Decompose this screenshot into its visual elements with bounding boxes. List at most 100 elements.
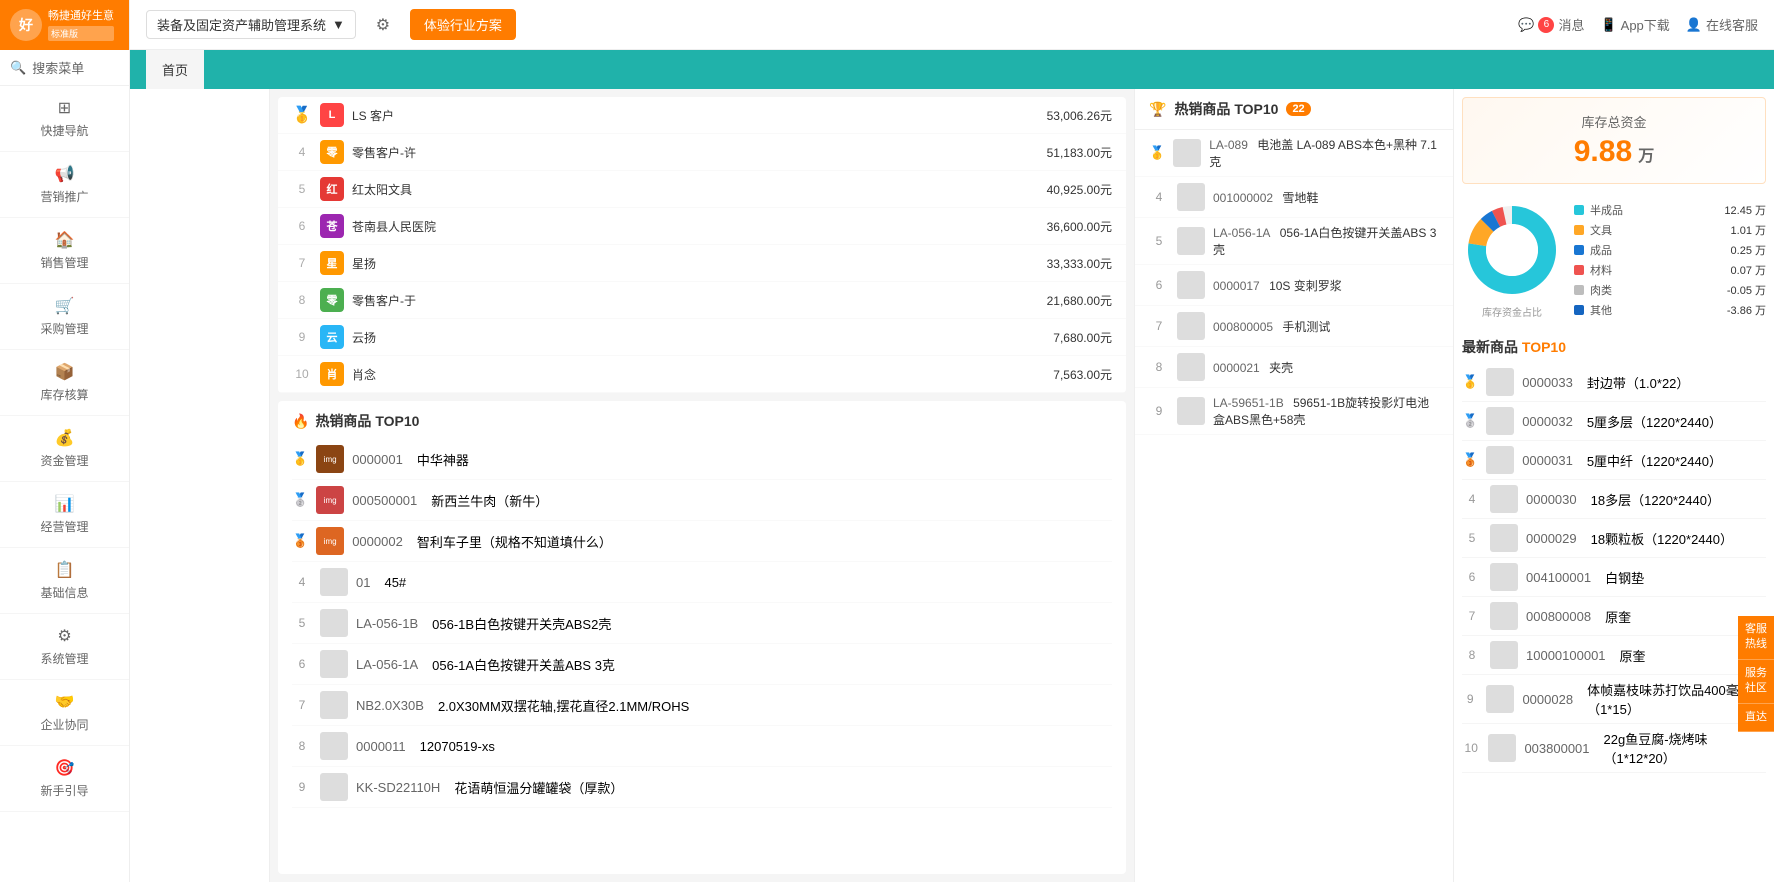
- product-info: 000800005 手机测试: [1213, 318, 1439, 335]
- inventory-num: 9.88: [1574, 135, 1632, 168]
- messages-button[interactable]: 💬 6 消息: [1518, 15, 1584, 34]
- sale-amount: 21,680.00元: [1047, 292, 1112, 309]
- product-code: 0000017: [1213, 279, 1260, 293]
- service-community-button[interactable]: 服务社区: [1738, 660, 1774, 704]
- list-item: 🥉 0000031 5厘中纤（1220*2440）: [1462, 441, 1766, 480]
- product-thumbnail: [320, 650, 348, 678]
- product-code: 0000028: [1522, 692, 1573, 707]
- product-name: 雪地鞋: [1282, 191, 1318, 205]
- list-item: 4 0000030 18多层（1220*2440）: [1462, 480, 1766, 519]
- online-service-label: 在线客服: [1706, 15, 1758, 34]
- settings-button[interactable]: ⚙: [368, 10, 398, 40]
- product-thumbnail: [1173, 139, 1201, 167]
- product-thumbnail: [320, 691, 348, 719]
- customer-name: 星扬: [352, 255, 1039, 272]
- product-name: 2.0X30MM双摆花轴,摆花直径2.1MM/ROHS: [438, 696, 689, 715]
- service-icon: 👤: [1686, 17, 1702, 33]
- table-row: 🥇 L LS 客户 53,006.26元: [278, 97, 1126, 134]
- product-thumbnail: img: [316, 445, 344, 473]
- app-download-label: App下载: [1621, 15, 1670, 34]
- sidebar-item-quick-nav[interactable]: ⊞ 快捷导航: [0, 86, 129, 152]
- rank-number: 8: [292, 293, 312, 307]
- sidebar-item-sales[interactable]: 🏠 销售管理: [0, 218, 129, 284]
- search-menu-label: 搜索菜单: [32, 58, 84, 77]
- trophy-icon: 🏆: [1149, 101, 1166, 118]
- legend-item-stationery: 文具 1.01 万: [1574, 222, 1766, 238]
- product-code: NB2.0X30B: [356, 698, 424, 713]
- product-code: 10000100001: [1526, 648, 1606, 663]
- product-thumbnail: img: [316, 527, 344, 555]
- inventory-icon: 📦: [55, 362, 75, 382]
- legend-value: 1.01 万: [1731, 222, 1766, 238]
- product-code: 0000001: [352, 452, 403, 467]
- product-name: 原奎: [1605, 607, 1631, 626]
- inventory-total-box: 库存总资金 9.88 万: [1462, 97, 1766, 184]
- product-thumbnail: [320, 609, 348, 637]
- avatar: 零: [320, 288, 344, 312]
- main-area: 装备及固定资产辅助管理系统 ▼ ⚙ 体验行业方案 💬 6 消息 📱 App下载 …: [130, 0, 1774, 882]
- rank-number: 9: [292, 780, 312, 794]
- system-selector[interactable]: 装备及固定资产辅助管理系统 ▼: [146, 10, 356, 39]
- avatar: 红: [320, 177, 344, 201]
- product-name: 5厘多层（1220*2440）: [1587, 412, 1722, 431]
- logo-text: 畅捷通好生意: [48, 9, 114, 23]
- sidebar-item-finance[interactable]: 💰 资金管理: [0, 416, 129, 482]
- product-name: 45#: [384, 575, 406, 590]
- table-row: 5 红 红太阳文具 40,925.00元: [278, 171, 1126, 208]
- enterprise-icon: 🤝: [55, 692, 75, 712]
- sidebar-item-enterprise[interactable]: 🤝 企业协同: [0, 680, 129, 746]
- sidebar-item-basics[interactable]: 📋 基础信息: [0, 548, 129, 614]
- chevron-down-icon: ▼: [332, 17, 345, 32]
- online-service-button[interactable]: 👤 在线客服: [1686, 15, 1758, 34]
- sidebar-item-guide[interactable]: 🎯 新手引导: [0, 746, 129, 812]
- product-thumbnail: [320, 773, 348, 801]
- avatar: 肖: [320, 362, 344, 386]
- product-value-panel: 🏆 热销商品 TOP10 22 🥇 LA-089 电池盖 LA-089 ABS本…: [1134, 89, 1454, 882]
- rank-number: 7: [292, 256, 312, 270]
- finance-label: 资金管理: [40, 452, 88, 469]
- legend-item-meat: 肉类 -0.05 万: [1574, 282, 1766, 298]
- rank-number: 10: [1462, 741, 1480, 755]
- guide-label: 新手引导: [40, 782, 88, 799]
- search-menu[interactable]: 🔍 搜索菜单: [0, 50, 129, 86]
- product-thumbnail: img: [316, 486, 344, 514]
- rank-number: 8: [1149, 360, 1169, 374]
- product-thumbnail: [1490, 563, 1518, 591]
- product-name: 白钢垫: [1605, 568, 1644, 587]
- app-download-button[interactable]: 📱 App下载: [1600, 15, 1669, 34]
- sidebar-item-inventory[interactable]: 📦 库存核算: [0, 350, 129, 416]
- sidebar-item-purchase[interactable]: 🛒 采购管理: [0, 284, 129, 350]
- sidebar-item-operations[interactable]: 📊 经营管理: [0, 482, 129, 548]
- legend-name: 文具: [1590, 222, 1725, 238]
- list-item: 6 0000017 10S 变刺罗浆: [1135, 265, 1453, 306]
- product-thumbnail: [1486, 685, 1514, 713]
- rank-number: 7: [292, 698, 312, 712]
- product-name: 夹壳: [1269, 361, 1293, 375]
- product-thumbnail: [1490, 641, 1518, 669]
- sidebar-item-system[interactable]: ⚙ 系统管理: [0, 614, 129, 680]
- legend-item-other: 其他 -3.86 万: [1574, 302, 1766, 318]
- table-row: 4 零 零售客户-许 51,183.00元: [278, 134, 1126, 171]
- rank-number: 5: [1149, 234, 1169, 248]
- avatar: 星: [320, 251, 344, 275]
- product-thumbnail: [1490, 524, 1518, 552]
- sidebar-item-marketing[interactable]: 📢 营销推广: [0, 152, 129, 218]
- product-code: KK-SD22110H: [356, 780, 440, 795]
- content-area: 🥇 L LS 客户 53,006.26元 4 零 零售客户-许 51,183.0…: [130, 89, 1774, 882]
- product-name: 18多层（1220*2440）: [1591, 490, 1720, 509]
- legend-value: -3.86 万: [1727, 302, 1766, 318]
- messages-label: 消息: [1558, 15, 1584, 34]
- rank-medal: 🥉: [292, 533, 308, 549]
- tab-home[interactable]: 首页: [146, 50, 204, 89]
- marketing-icon: 📢: [55, 164, 75, 184]
- quick-nav-icon: ⊞: [55, 98, 75, 118]
- service-hotline-button[interactable]: 客服热线: [1738, 616, 1774, 660]
- logo-icon: 好: [10, 9, 42, 41]
- direct-button[interactable]: 直达: [1738, 704, 1774, 732]
- rank-medal: 🥉: [1462, 452, 1478, 468]
- top10-label: TOP10: [1522, 339, 1566, 355]
- list-item: 🥇 LA-089 电池盖 LA-089 ABS本色+黑种 7.1克: [1135, 130, 1453, 177]
- product-info: 0000021 夹壳: [1213, 359, 1439, 376]
- product-code: LA-59651-1B: [1213, 396, 1284, 410]
- trial-button[interactable]: 体验行业方案: [410, 9, 516, 40]
